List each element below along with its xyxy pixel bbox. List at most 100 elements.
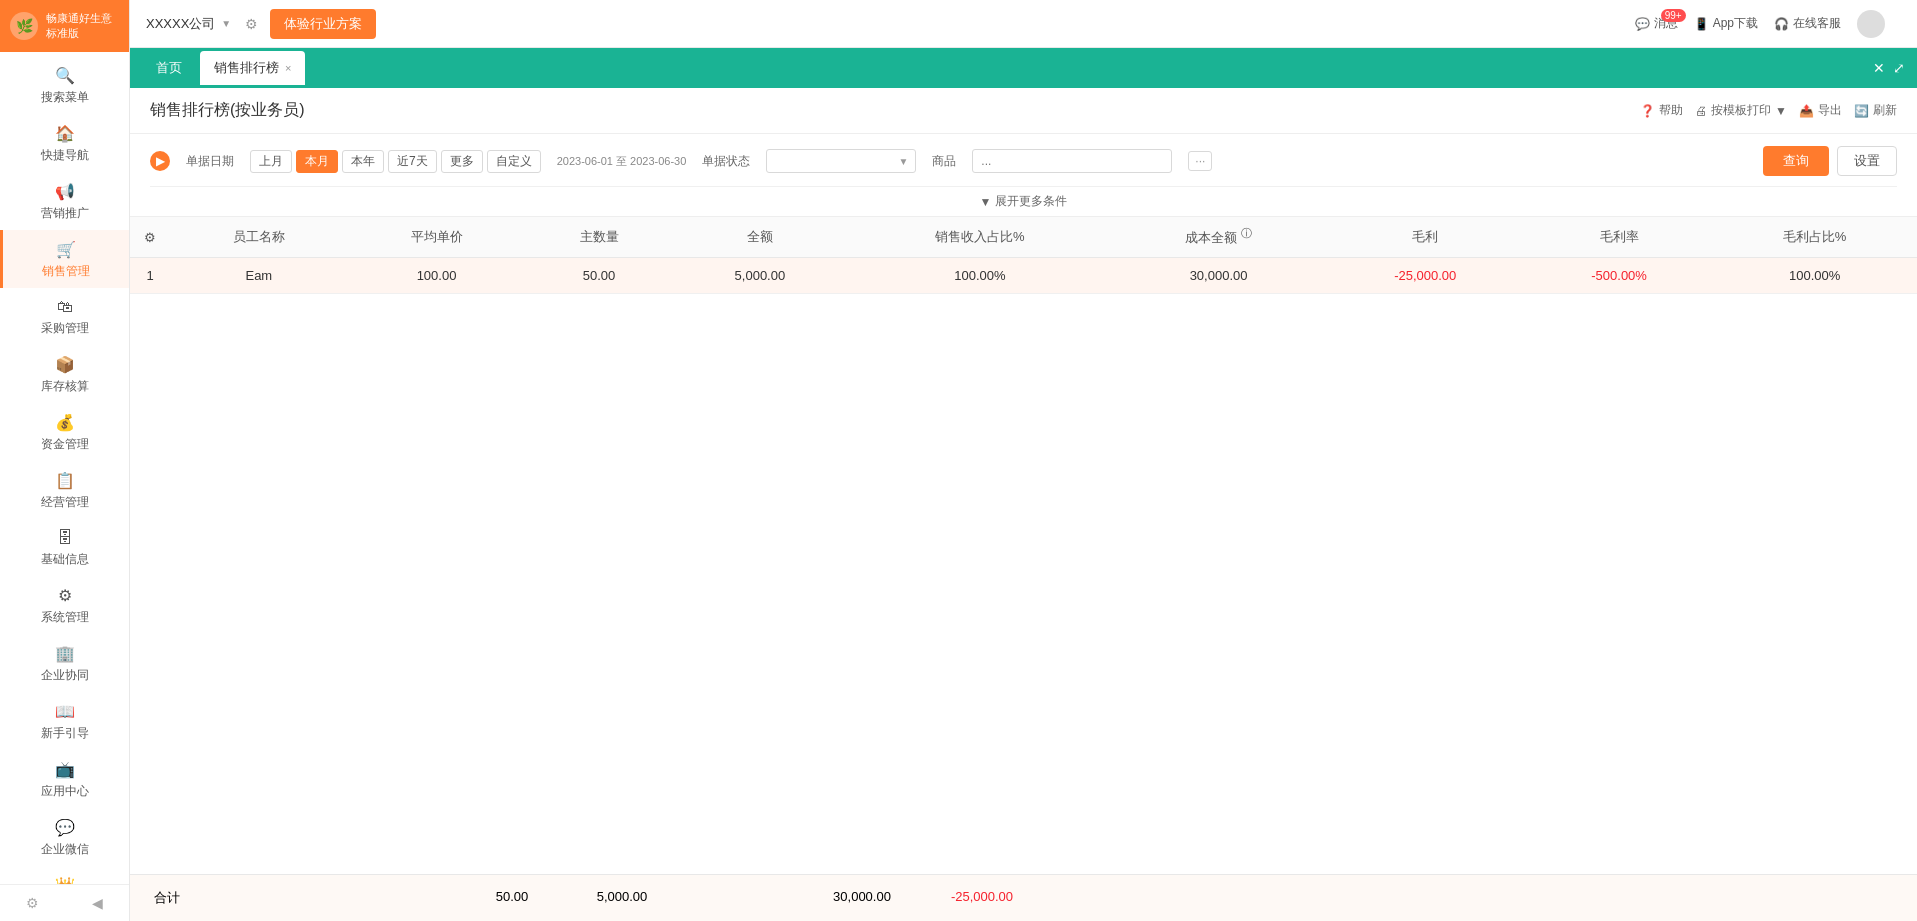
date-presets: 上月 本月 本年 近7天 更多 自定义 xyxy=(250,150,541,173)
cell-gross: -25,000.00 xyxy=(1325,258,1526,294)
topbar-service-btn[interactable]: 🎧 在线客服 xyxy=(1774,15,1841,32)
page-header: 销售排行榜(按业务员) ❓ 帮助 🖨 按模板打印 ▼ 📤 导出 🔄 刷新 xyxy=(130,88,1917,134)
wechat-icon: 💬 xyxy=(55,818,75,837)
service-icon: 🎧 xyxy=(1774,17,1789,31)
goods-more-btn[interactable]: ··· xyxy=(1188,151,1212,171)
trial-button[interactable]: 体验行业方案 xyxy=(270,9,376,39)
home-icon: 🏠 xyxy=(55,124,75,143)
company-selector[interactable]: XXXXX公司 ▼ xyxy=(146,15,231,33)
status-select-wrap: ▼ xyxy=(766,149,916,173)
sidebar: 🌿 畅康通好生意 标准版 🔍 搜索菜单 🏠 快捷导航 📢 营销推广 🛒 销售管理… xyxy=(0,0,130,921)
topbar-settings-icon[interactable]: ⚙ xyxy=(245,16,258,32)
col-gross-pct: 毛利占比% xyxy=(1712,217,1917,258)
sidebar-item-basic-info[interactable]: 🗄 基础信息 xyxy=(0,519,129,576)
footer-amount: 5,000.00 xyxy=(562,885,682,911)
cell-rank: 1 xyxy=(130,258,170,294)
print-icon: 🖨 xyxy=(1695,104,1707,118)
search-icon: 🔍 xyxy=(55,66,75,85)
template-print-btn[interactable]: 🖨 按模板打印 ▼ xyxy=(1695,102,1787,119)
sidebar-item-marketing[interactable]: 📢 营销推广 xyxy=(0,172,129,230)
filter-toggle-btn[interactable]: ▶ xyxy=(150,151,170,171)
sidebar-item-system[interactable]: ⚙ 系统管理 xyxy=(0,576,129,634)
col-amount: 全额 xyxy=(673,217,847,258)
sidebar-item-finance[interactable]: 💰 资金管理 xyxy=(0,403,129,461)
sidebar-logo-text: 畅康通好生意 标准版 xyxy=(46,11,112,42)
page-title: 销售排行榜(按业务员) xyxy=(150,100,305,121)
date-range: 2023-06-01 至 2023-06-30 xyxy=(557,154,687,169)
table-container: ⚙ 员工名称 平均单价 主数量 全额 销售收入占比% 成本全额 ⓘ 毛利 毛利率… xyxy=(130,217,1917,874)
preset-this-month[interactable]: 本月 xyxy=(296,150,338,173)
sidebar-logo: 🌿 畅康通好生意 标准版 xyxy=(0,0,129,52)
cell-qty: 50.00 xyxy=(525,258,672,294)
app-icon: 📱 xyxy=(1694,17,1709,31)
refresh-icon: 🔄 xyxy=(1854,104,1869,118)
message-icon: 💬 xyxy=(1635,17,1650,31)
col-settings[interactable]: ⚙ xyxy=(130,217,170,258)
table-row: 1 Eam 100.00 50.00 5,000.00 100.00% 30,0… xyxy=(130,258,1917,294)
enterprise-icon: 🏢 xyxy=(55,644,75,663)
help-btn[interactable]: ❓ 帮助 xyxy=(1640,102,1683,119)
sidebar-item-label: 应用中心 xyxy=(41,783,89,800)
sidebar-item-enterprise[interactable]: 🏢 企业协同 xyxy=(0,634,129,692)
sidebar-item-app-center[interactable]: 📺 应用中心 xyxy=(0,750,129,808)
preset-7-days[interactable]: 近7天 xyxy=(388,150,437,173)
topbar: XXXXX公司 ▼ ⚙ 体验行业方案 💬 消息 99+ 📱 App下载 🎧 在线… xyxy=(130,0,1917,48)
col-gross-rate: 毛利率 xyxy=(1526,217,1712,258)
sidebar-item-guide[interactable]: 📖 新手引导 xyxy=(0,692,129,750)
sidebar-item-sales[interactable]: 🛒 销售管理 xyxy=(0,230,129,288)
footer-cost: 30,000.00 xyxy=(802,885,922,911)
inventory-icon: 📦 xyxy=(55,355,75,374)
finance-icon: 💰 xyxy=(55,413,75,432)
tab-close-icon[interactable]: × xyxy=(285,62,291,74)
tab-close-window-icon[interactable]: ✕ xyxy=(1873,60,1885,76)
tab-label: 销售排行榜 xyxy=(214,59,279,77)
expand-conditions-btn[interactable]: ▼ 展开更多条件 xyxy=(980,193,1068,210)
preset-more[interactable]: 更多 xyxy=(441,150,483,173)
refresh-btn[interactable]: 🔄 刷新 xyxy=(1854,102,1897,119)
cell-amount: 5,000.00 xyxy=(673,258,847,294)
purchase-icon: 🛍 xyxy=(57,298,73,316)
status-select[interactable] xyxy=(766,149,916,173)
table-footer: 合计 50.00 5,000.00 30,000.00 -25,000.00 xyxy=(130,874,1917,921)
col-avg-price: 平均单价 xyxy=(348,217,526,258)
sidebar-collapse-btn[interactable]: ◀ xyxy=(92,895,103,911)
query-button[interactable]: 查询 xyxy=(1763,146,1829,176)
table-head: ⚙ 员工名称 平均单价 主数量 全额 销售收入占比% 成本全额 ⓘ 毛利 毛利率… xyxy=(130,217,1917,258)
topbar-right: 💬 消息 99+ 📱 App下载 🎧 在线客服 xyxy=(1635,10,1901,38)
tab-restore-icon[interactable]: ⤢ xyxy=(1893,60,1905,76)
footer-gross: -25,000.00 xyxy=(922,885,1042,911)
sidebar-item-label: 营销推广 xyxy=(41,205,89,222)
operations-icon: 📋 xyxy=(55,471,75,490)
date-label: 单据日期 xyxy=(186,153,234,170)
export-btn[interactable]: 📤 导出 xyxy=(1799,102,1842,119)
sidebar-item-inventory[interactable]: 📦 库存核算 xyxy=(0,345,129,403)
sidebar-item-label: 快捷导航 xyxy=(41,147,89,164)
sidebar-item-label: 采购管理 xyxy=(41,320,89,337)
sidebar-settings-btn[interactable]: ⚙ xyxy=(26,895,39,911)
sidebar-item-label: 资金管理 xyxy=(41,436,89,453)
tab-sales-ranking[interactable]: 销售排行榜 × xyxy=(200,51,305,85)
table-header-row: ⚙ 员工名称 平均单价 主数量 全额 销售收入占比% 成本全额 ⓘ 毛利 毛利率… xyxy=(130,217,1917,258)
settings-button[interactable]: 设置 xyxy=(1837,146,1897,176)
sidebar-item-member[interactable]: 👑 畅会员 xyxy=(0,866,129,884)
sidebar-item-search[interactable]: 🔍 搜索菜单 xyxy=(0,56,129,114)
preset-this-year[interactable]: 本年 xyxy=(342,150,384,173)
goods-input[interactable] xyxy=(972,149,1172,173)
preset-last-month[interactable]: 上月 xyxy=(250,150,292,173)
sidebar-item-quick-nav[interactable]: 🏠 快捷导航 xyxy=(0,114,129,172)
sidebar-item-label: 新手引导 xyxy=(41,725,89,742)
topbar-app-btn[interactable]: 📱 App下载 xyxy=(1694,15,1758,32)
topbar-message-btn[interactable]: 💬 消息 99+ xyxy=(1635,15,1678,32)
avatar[interactable] xyxy=(1857,10,1885,38)
col-gross: 毛利 xyxy=(1325,217,1526,258)
sales-icon: 🛒 xyxy=(56,240,76,259)
svg-text:🌿: 🌿 xyxy=(16,18,34,35)
tab-home[interactable]: 首页 xyxy=(142,51,196,85)
message-badge: 99+ xyxy=(1661,9,1686,22)
preset-custom[interactable]: 自定义 xyxy=(487,150,541,173)
col-cost: 成本全额 ⓘ xyxy=(1113,217,1325,258)
footer-sales-pct xyxy=(682,885,802,911)
sidebar-item-operations[interactable]: 📋 经营管理 xyxy=(0,461,129,519)
sidebar-item-wechat[interactable]: 💬 企业微信 xyxy=(0,808,129,866)
sidebar-item-purchase[interactable]: 🛍 采购管理 xyxy=(0,288,129,345)
